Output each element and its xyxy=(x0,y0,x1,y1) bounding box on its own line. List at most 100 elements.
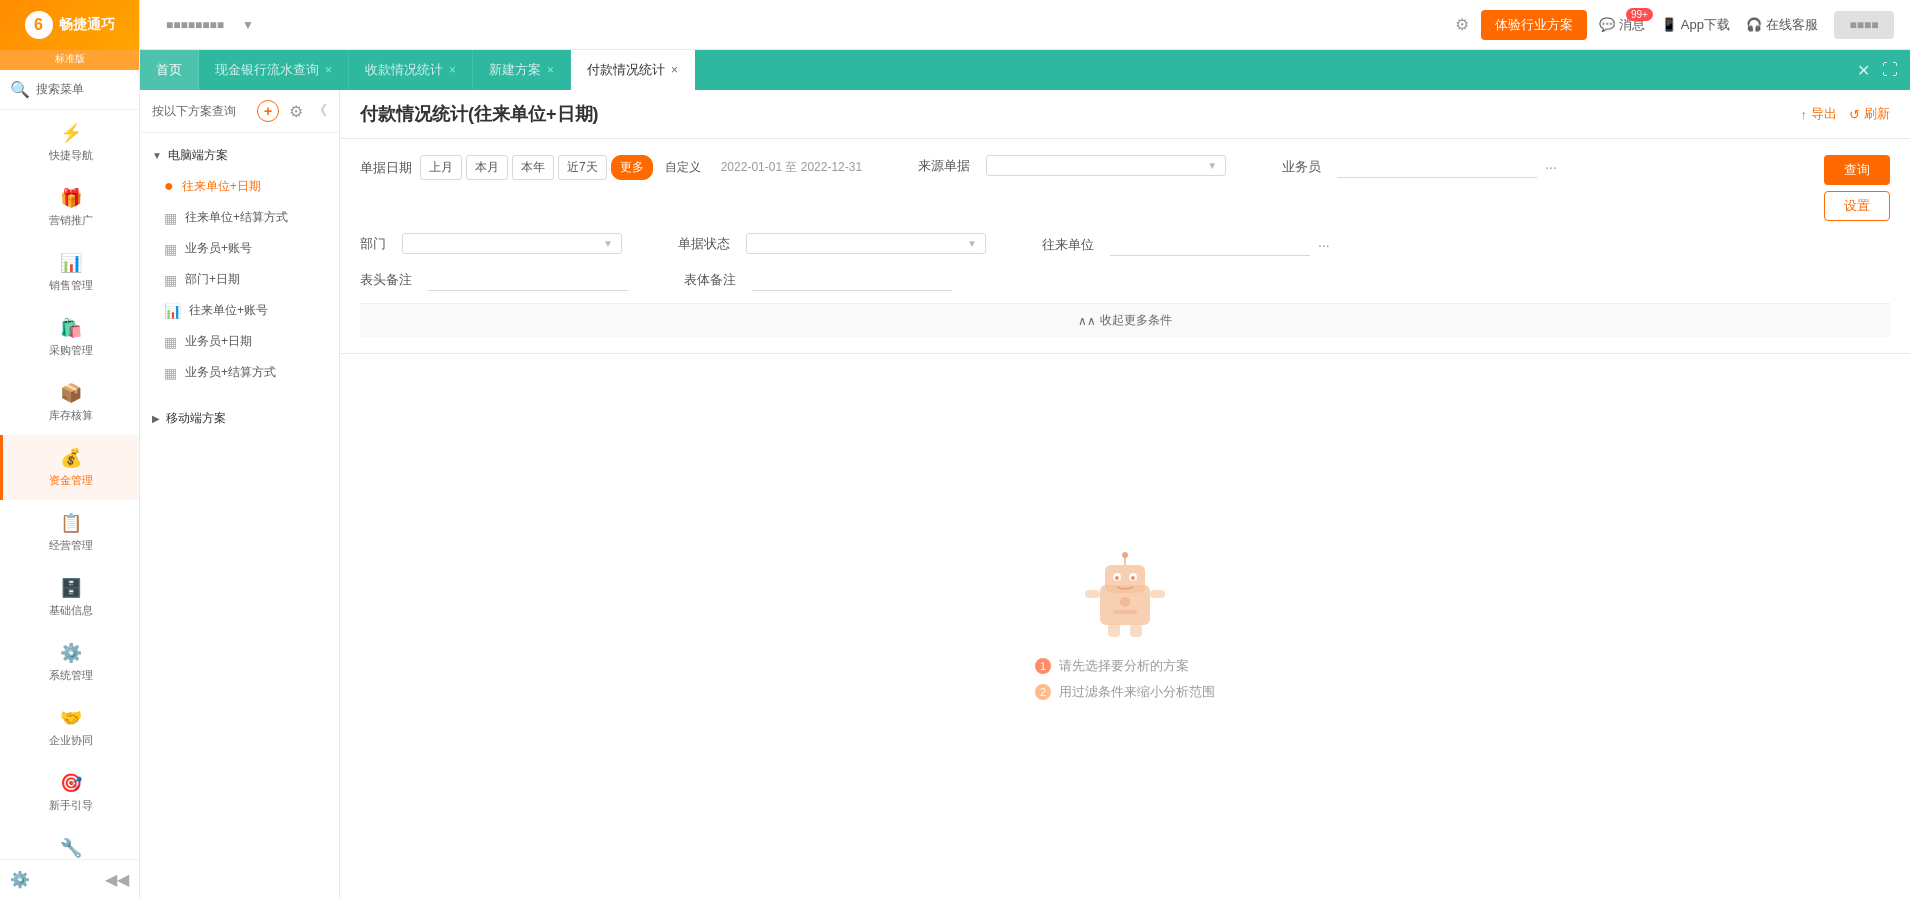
sidebar-item-purchase[interactable]: 🛍️ 采购管理 xyxy=(0,305,139,370)
collapse-scheme-btn[interactable]: 《 xyxy=(313,102,327,120)
date-btn-7days[interactable]: 近7天 xyxy=(558,155,607,180)
trial-btn[interactable]: 体验行业方案 xyxy=(1481,10,1587,40)
close-all-tabs-btn[interactable]: ✕ xyxy=(1857,61,1870,80)
fullscreen-btn[interactable]: ⛶ xyxy=(1882,61,1898,79)
message-icon: 💬 xyxy=(1599,17,1615,32)
counterpart-input[interactable] xyxy=(1110,233,1310,256)
date-btn-last-month[interactable]: 上月 xyxy=(420,155,462,180)
source-doc-label: 来源单据 xyxy=(918,157,970,175)
sidebar-item-sales[interactable]: 📊 销售管理 xyxy=(0,240,139,305)
sidebar-item-marketing[interactable]: 🎁 营销推广 xyxy=(0,175,139,240)
desktop-group-header[interactable]: ▼ 电脑端方案 xyxy=(140,141,339,170)
page-title: 付款情况统计(往来单位+日期) xyxy=(360,102,599,126)
tab-home-label: 首页 xyxy=(156,61,182,79)
date-btn-this-year[interactable]: 本年 xyxy=(512,155,554,180)
scheme-icon-5: ▦ xyxy=(164,334,177,350)
sidebar-search[interactable]: 🔍 搜索菜单 xyxy=(0,70,139,110)
scheme-staff-account[interactable]: ▦ 业务员+账号 xyxy=(140,233,339,264)
svg-point-4 xyxy=(1115,576,1119,580)
mobile-group-label: 移动端方案 xyxy=(166,410,226,427)
date-btn-this-month[interactable]: 本月 xyxy=(466,155,508,180)
sidebar-item-shortcuts[interactable]: ⚡ 快捷导航 xyxy=(0,110,139,175)
empty-illustration xyxy=(1075,545,1175,645)
scheme-staff-date[interactable]: ▦ 业务员+日期 xyxy=(140,326,339,357)
data-area: 请先选择要分析的方案 用过滤条件来缩小分析范围 xyxy=(340,354,1910,899)
tab-cash-flow-label: 现金银行流水查询 xyxy=(215,61,319,79)
mobile-group-arrow: ▶ xyxy=(152,413,160,424)
scheme-unit-settlement[interactable]: ▦ 往来单位+结算方式 xyxy=(140,202,339,233)
dept-select[interactable]: ▼ xyxy=(402,233,622,254)
svg-point-12 xyxy=(1120,597,1130,607)
tab-home[interactable]: 首页 xyxy=(140,50,199,90)
main-area: ■■■■■■■■ ▼ ⚙ 体验行业方案 💬 消息 99+ 📱 App下载 🎧 在… xyxy=(140,0,1910,899)
inventory-icon: 📦 xyxy=(60,382,82,404)
tab-receivable-close[interactable]: × xyxy=(449,63,456,77)
sidebar-item-guide[interactable]: 🎯 新手引导 xyxy=(0,760,139,825)
sidebar-item-operation[interactable]: 📋 经营管理 xyxy=(0,500,139,565)
sidebar-item-basic[interactable]: 🗄️ 基础信息 xyxy=(0,565,139,630)
message-badge: 99+ xyxy=(1626,8,1653,21)
tab-receivable[interactable]: 收款情况统计 × xyxy=(349,50,473,90)
setting-btn[interactable]: 设置 xyxy=(1824,191,1890,221)
message-btn[interactable]: 💬 消息 99+ xyxy=(1599,16,1645,34)
export-btn[interactable]: ↑ 导出 xyxy=(1801,105,1838,123)
scheme-panel: 按以下方案查询 + ⚙ 《 ▼ 电脑端方案 ● 往来单位+日期 xyxy=(140,90,340,899)
marketing-label: 营销推广 xyxy=(49,213,93,228)
sidebar-item-hardware[interactable]: 🔧 智能硬件 xyxy=(0,825,139,859)
refresh-label: 刷新 xyxy=(1864,105,1890,123)
mobile-scheme-group: ▶ 移动端方案 xyxy=(140,396,339,441)
topbar: ■■■■■■■■ ▼ ⚙ 体验行业方案 💬 消息 99+ 📱 App下载 🎧 在… xyxy=(140,0,1910,50)
workspace-selector[interactable]: ■■■■■■■■ ▼ xyxy=(156,14,1443,36)
collapse-more-btn[interactable]: ∧∧ 收起更多条件 xyxy=(360,303,1890,337)
desktop-group-arrow: ▼ xyxy=(152,150,162,161)
settings-bottom-icon[interactable]: ⚙️ xyxy=(10,870,30,889)
scheme-icon-3: ▦ xyxy=(164,272,177,288)
sidebar-item-finance[interactable]: 💰 资金管理 xyxy=(0,435,139,500)
scheme-settings-btn[interactable]: ⚙ xyxy=(285,100,307,122)
online-service-btn[interactable]: 🎧 在线客服 xyxy=(1746,16,1818,34)
staff-input[interactable] xyxy=(1337,155,1537,178)
sidebar-item-corp[interactable]: 🤝 企业协同 xyxy=(0,695,139,760)
scheme-dept-date[interactable]: ▦ 部门+日期 xyxy=(140,264,339,295)
scheme-icon-6: ▦ xyxy=(164,365,177,381)
scheme-staff-account-label: 业务员+账号 xyxy=(185,240,252,257)
app-download-btn[interactable]: 📱 App下载 xyxy=(1661,16,1730,34)
sales-label: 销售管理 xyxy=(49,278,93,293)
scheme-staff-settlement[interactable]: ▦ 业务员+结算方式 xyxy=(140,357,339,388)
search-label: 搜索菜单 xyxy=(36,81,84,98)
empty-hint-2: 用过滤条件来缩小分析范围 xyxy=(1035,683,1215,701)
counterpart-dots[interactable]: ··· xyxy=(1318,237,1330,253)
app-download-label: App下载 xyxy=(1681,16,1730,34)
tab-new-scheme[interactable]: 新建方案 × xyxy=(473,50,571,90)
sidebar-item-system[interactable]: ⚙️ 系统管理 xyxy=(0,630,139,695)
header-note-input[interactable] xyxy=(428,268,628,291)
user-avatar-btn[interactable]: ■■■■ xyxy=(1834,11,1894,39)
logo-text: 畅捷通巧 xyxy=(59,16,115,34)
topbar-gear-icon[interactable]: ⚙ xyxy=(1455,15,1469,34)
tab-new-scheme-close[interactable]: × xyxy=(547,63,554,77)
date-btn-custom[interactable]: 自定义 xyxy=(657,156,709,179)
tab-payable-stats-close[interactable]: × xyxy=(671,63,678,77)
doc-status-select[interactable]: ▼ xyxy=(746,233,986,254)
scheme-unit-date[interactable]: ● 往来单位+日期 xyxy=(140,170,339,202)
tab-payable-stats[interactable]: 付款情况统计 × xyxy=(571,50,695,90)
staff-dots[interactable]: ··· xyxy=(1545,159,1557,175)
tab-cash-flow[interactable]: 现金银行流水查询 × xyxy=(199,50,349,90)
filter-staff: 业务员 ··· xyxy=(1282,155,1557,178)
body-note-input[interactable] xyxy=(752,268,952,291)
service-label: 在线客服 xyxy=(1766,16,1818,34)
shortcuts-icon: ⚡ xyxy=(60,122,82,144)
refresh-btn[interactable]: ↺ 刷新 xyxy=(1849,105,1890,123)
collapse-sidebar-icon[interactable]: ◀◀ xyxy=(105,870,129,889)
scheme-unit-account[interactable]: 📊 往来单位+账号 xyxy=(140,295,339,326)
source-doc-select[interactable]: ▼ xyxy=(986,155,1226,176)
tab-cash-flow-close[interactable]: × xyxy=(325,63,332,77)
svg-rect-10 xyxy=(1108,623,1120,637)
filter-dept: 部门 ▼ xyxy=(360,233,622,254)
date-btn-more[interactable]: 更多 xyxy=(611,155,653,180)
app-download-icon: 📱 xyxy=(1661,17,1677,32)
query-btn[interactable]: 查询 xyxy=(1824,155,1890,185)
sidebar-item-inventory[interactable]: 📦 库存核算 xyxy=(0,370,139,435)
mobile-group-header[interactable]: ▶ 移动端方案 xyxy=(140,404,339,433)
add-scheme-btn[interactable]: + xyxy=(257,100,279,122)
